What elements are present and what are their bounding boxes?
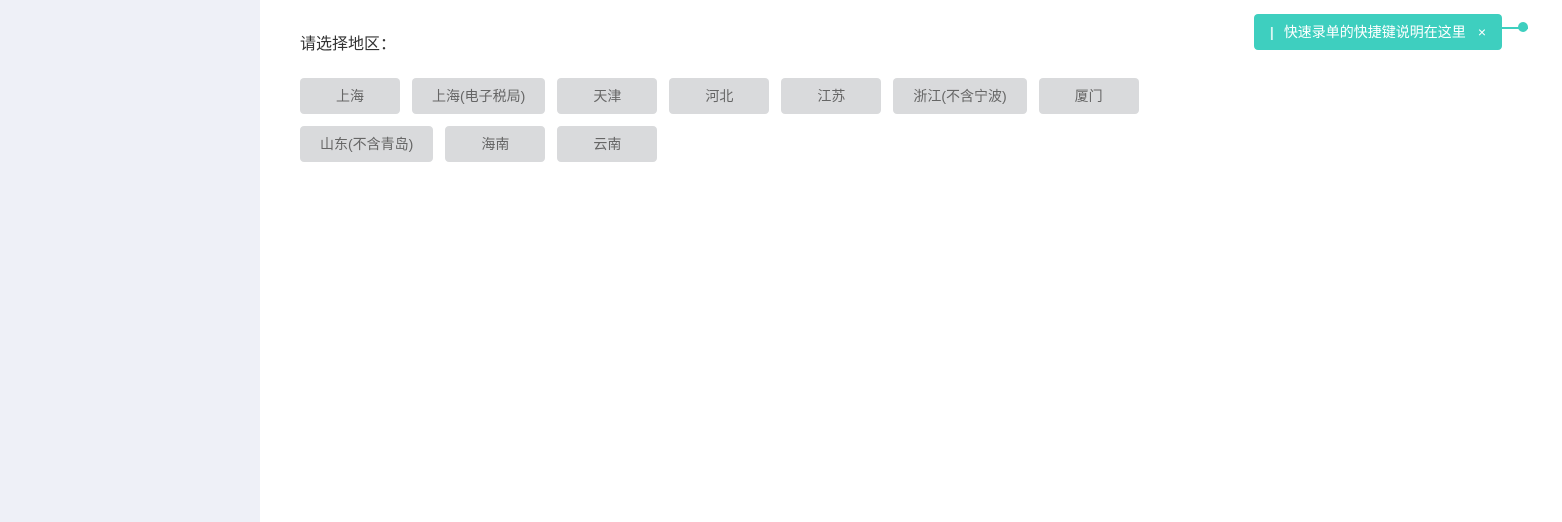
region-button-zhejiang[interactable]: 浙江(不含宁波) <box>893 78 1026 114</box>
region-button-hebei[interactable]: 河北 <box>669 78 769 114</box>
region-button-jiangsu[interactable]: 江苏 <box>781 78 881 114</box>
tooltip-text: 快速录单的快捷键说明在这里 <box>1284 22 1466 42</box>
region-button-shanghai-etax[interactable]: 上海(电子税局) <box>412 78 545 114</box>
left-sidebar <box>0 0 260 522</box>
tooltip-banner: 快速录单的快捷键说明在这里 × <box>1254 14 1502 50</box>
tooltip-close-button[interactable]: × <box>1478 24 1486 40</box>
tooltip-dot <box>1518 22 1528 32</box>
region-button-hainan[interactable]: 海南 <box>445 126 545 162</box>
region-button-xiamen[interactable]: 厦门 <box>1039 78 1139 114</box>
region-buttons-container: 上海上海(电子税局) 天津河北江苏浙江(不含宁波) 厦门山东(不含青岛) 海南云南 <box>300 78 1200 162</box>
region-button-tianjin[interactable]: 天津 <box>557 78 657 114</box>
region-button-shandong[interactable]: 山东(不含青岛) <box>300 126 433 162</box>
region-button-shanghai[interactable]: 上海 <box>300 78 400 114</box>
main-content: 请选择地区： 上海上海(电子税局)天津河北江苏浙江(不含宁波)厦门山东(不含青岛… <box>260 0 1562 522</box>
region-button-yunnan[interactable]: 云南 <box>557 126 657 162</box>
